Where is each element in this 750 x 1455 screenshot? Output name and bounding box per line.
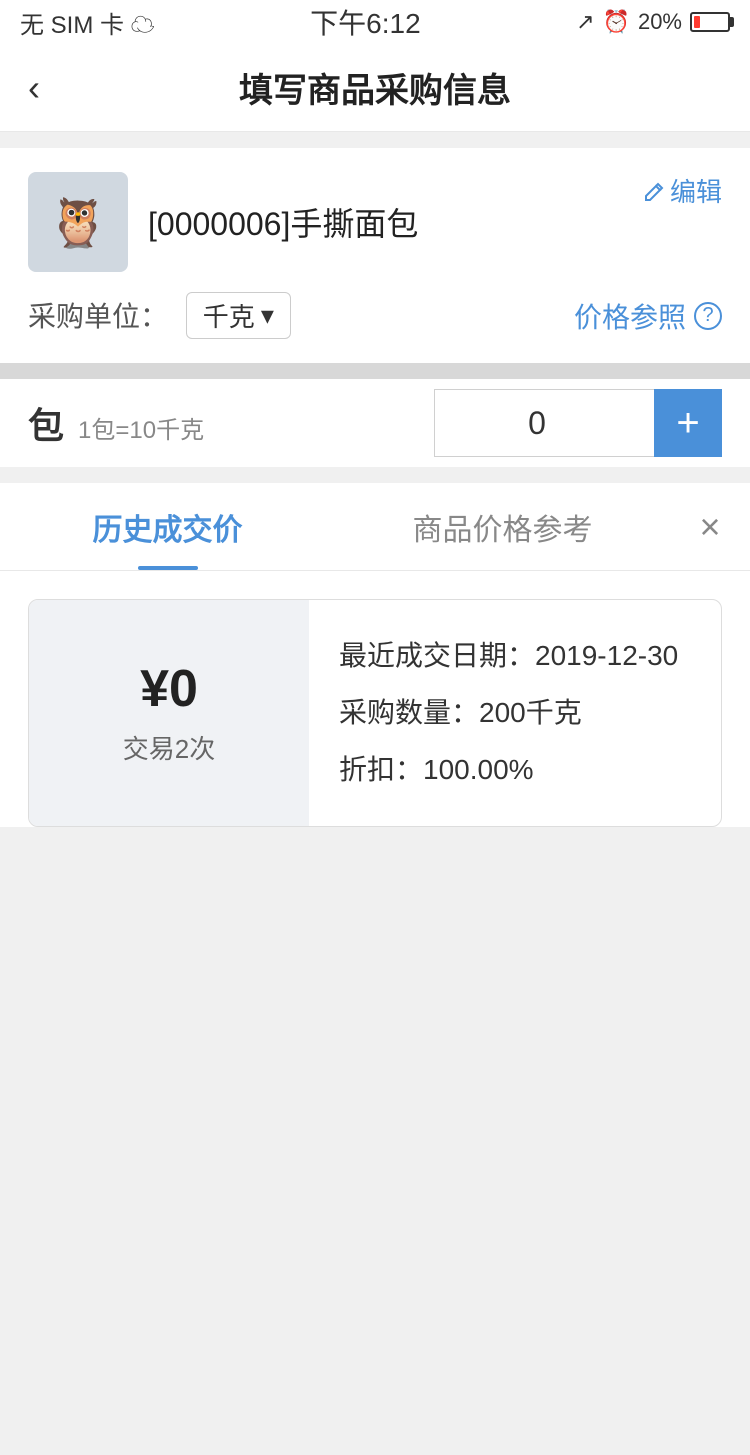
edit-icon: [642, 180, 664, 202]
panel-tabs: 历史成交价 商品价格参考 ×: [0, 483, 750, 571]
product-left: 🦉 [0000006]手撕面包: [28, 172, 418, 272]
tab-history-price[interactable]: 历史成交价: [0, 483, 335, 570]
qty-unit-name: 包: [28, 397, 64, 449]
location-icon: ↗: [576, 9, 594, 35]
transaction-right: 最近成交日期：2019-12-30 采购数量：200千克 折扣：100.00%: [309, 600, 721, 826]
qty-sub-text: 1包=10千克: [78, 410, 204, 445]
qty-controls: +: [434, 389, 722, 457]
status-bar: 无 SIM 卡 ☁ 下午6:12 ↗ ⏰ 20%: [0, 0, 750, 44]
qty-row-detail: 采购数量：200千克: [339, 693, 691, 732]
edit-button[interactable]: 编辑: [642, 172, 722, 209]
recent-date-row: 最近成交日期：2019-12-30: [339, 636, 691, 675]
unit-label: 采购单位：: [28, 301, 168, 332]
page-title: 填写商品采购信息: [239, 63, 511, 112]
transaction-card: ¥0 交易2次 最近成交日期：2019-12-30 采购数量：200千克 折扣：…: [28, 599, 722, 827]
qty-left: 包 1包=10千克: [28, 397, 204, 449]
product-name: [0000006]手撕面包: [148, 199, 418, 245]
price-ref-button[interactable]: 价格参照 ?: [574, 296, 722, 336]
back-button[interactable]: ‹: [28, 67, 40, 109]
status-time: 下午6:12: [310, 2, 421, 42]
unit-select[interactable]: 千克 ▾: [186, 292, 291, 339]
transaction-left: ¥0 交易2次: [29, 600, 309, 826]
nav-bar: ‹ 填写商品采购信息: [0, 44, 750, 132]
status-right: ↗ ⏰ 20%: [576, 9, 730, 35]
battery-icon: [690, 12, 730, 32]
unit-row-left: 采购单位： 千克 ▾: [28, 292, 291, 339]
page-background: [0, 855, 750, 1455]
quantity-plus-button[interactable]: +: [654, 389, 722, 457]
transaction-price: ¥0: [140, 659, 198, 719]
quantity-input[interactable]: [434, 389, 654, 457]
product-unit-row: 采购单位： 千克 ▾ 价格参照 ?: [28, 292, 722, 339]
panel-close-button[interactable]: ×: [670, 506, 750, 548]
battery-percent: 20%: [638, 9, 682, 35]
panel: 历史成交价 商品价格参考 × ¥0 交易2次 最近成交日期：2019-12-30…: [0, 483, 750, 827]
transaction-count: 交易2次: [123, 729, 215, 766]
section-divider: [0, 363, 750, 379]
tab-price-reference[interactable]: 商品价格参考: [335, 483, 670, 570]
dropdown-arrow-icon: ▾: [261, 300, 274, 331]
status-left: 无 SIM 卡 ☁: [20, 5, 155, 40]
product-thumbnail: 🦉: [28, 172, 128, 272]
product-card: 🦉 [0000006]手撕面包 编辑 采购单位： 千克 ▾ 价格参照 ?: [0, 148, 750, 363]
sim-status: 无 SIM 卡 ☁: [20, 5, 155, 40]
discount-row: 折扣：100.00%: [339, 750, 691, 789]
alarm-icon: ⏰: [603, 9, 630, 35]
help-icon: ?: [694, 302, 722, 330]
product-header: 🦉 [0000006]手撕面包 编辑: [28, 172, 722, 272]
product-owl-icon: 🦉: [48, 194, 108, 251]
quantity-row: 包 1包=10千克 +: [0, 379, 750, 467]
